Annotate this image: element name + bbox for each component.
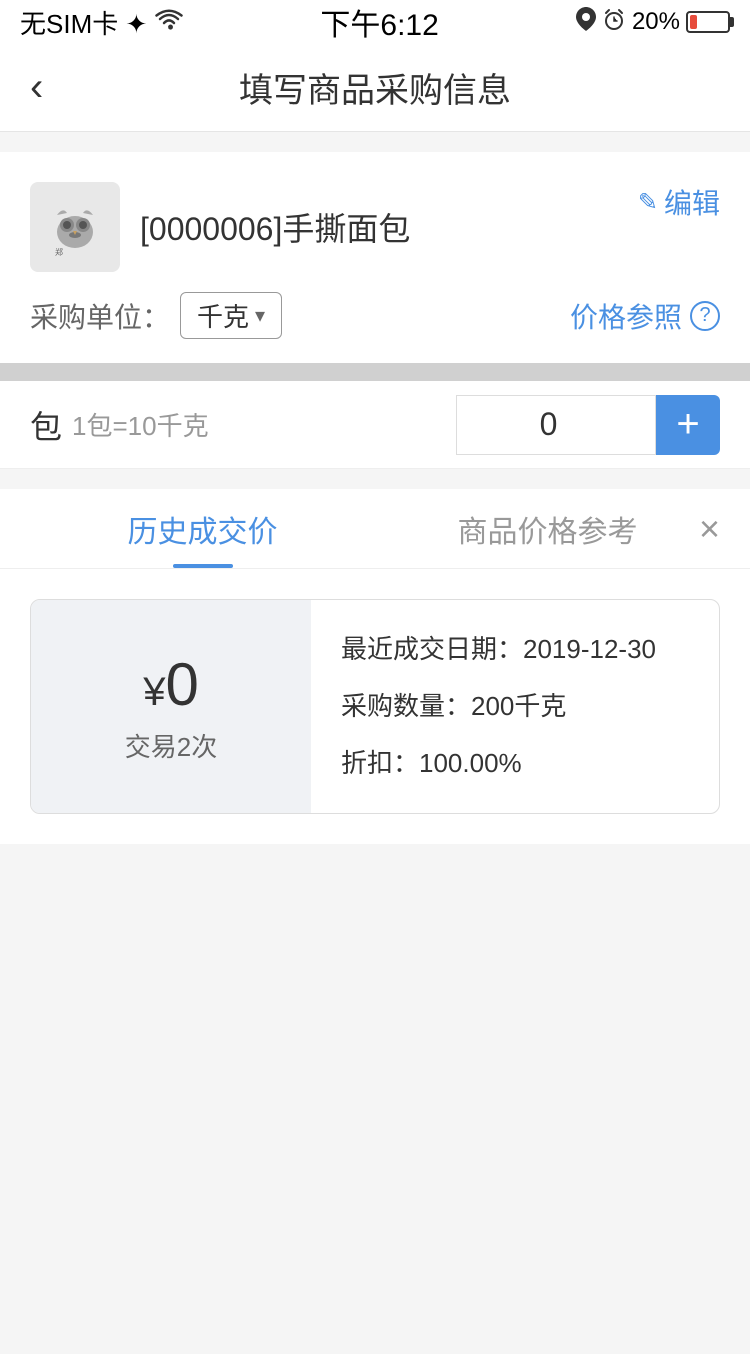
discount-row: 折扣：100.00%: [341, 744, 689, 783]
tab-history-price[interactable]: 历史成交价: [30, 489, 375, 568]
quantity-label: 包 1包=10千克: [30, 402, 209, 448]
main-content: 郑 [0000006]手撕面包 ✎ 编辑 采购单位： 千克 ▾ 价格参照 ?: [0, 152, 750, 1354]
price-left-panel: ¥0 交易2次: [31, 600, 311, 813]
recent-date-value: 2019-12-30: [523, 634, 656, 664]
help-icon: ?: [690, 301, 720, 331]
edit-label: 编辑: [664, 182, 720, 222]
price-ref-label: 价格参照: [570, 296, 682, 336]
wifi-icon: [155, 7, 183, 38]
carrier-text: 无SIM卡 ✦: [20, 4, 147, 41]
location-icon: [576, 7, 596, 38]
product-name: [0000006]手撕面包: [140, 204, 410, 250]
edit-button[interactable]: ✎ 编辑: [638, 182, 720, 222]
edit-icon: ✎: [638, 188, 658, 217]
price-right-panel: 最近成交日期：2019-12-30 采购数量：200千克 折扣：100.00%: [311, 600, 719, 813]
alarm-icon: [602, 7, 626, 38]
product-card: 郑 [0000006]手撕面包 ✎ 编辑 采购单位： 千克 ▾ 价格参照 ?: [0, 152, 750, 363]
price-value: 0: [165, 651, 198, 718]
back-button[interactable]: ‹: [30, 65, 43, 110]
tabs-section: 历史成交价 商品价格参考 × ¥0 交易2次 最近成交日期：2019-12-30: [0, 489, 750, 844]
tab-content: ¥0 交易2次 最近成交日期：2019-12-30 采购数量：200千克 折扣：…: [0, 569, 750, 844]
product-left: 郑 [0000006]手撕面包: [30, 182, 410, 272]
tab-history-price-label: 历史成交价: [128, 507, 278, 551]
purchase-qty-label: 采购数量：: [341, 691, 471, 721]
unit-selector[interactable]: 千克 ▾: [180, 292, 282, 339]
quantity-row: 包 1包=10千克 +: [0, 381, 750, 469]
price-reference-button[interactable]: 价格参照 ?: [570, 296, 720, 336]
battery-fill: [690, 15, 697, 29]
quantity-plus-button[interactable]: +: [656, 395, 720, 455]
battery-percentage: 20%: [632, 8, 680, 36]
currency-symbol: ¥: [143, 670, 165, 714]
discount-label: 折扣：: [341, 748, 419, 778]
svg-text:郑: 郑: [55, 247, 63, 257]
unit-value: 千克: [197, 297, 249, 334]
status-bar: 无SIM卡 ✦ 下午6:12 20%: [0, 0, 750, 44]
quantity-conversion: 1包=10千克: [72, 406, 209, 443]
purchase-qty-value: 200千克: [471, 691, 566, 721]
purchase-unit-label: 采购单位：: [30, 296, 170, 336]
status-time: 下午6:12: [320, 0, 438, 44]
trade-count: 交易2次: [125, 727, 217, 764]
purchase-unit-row: 采购单位： 千克 ▾: [30, 292, 282, 339]
price-card: ¥0 交易2次 最近成交日期：2019-12-30 采购数量：200千克 折扣：…: [30, 599, 720, 814]
navigation-bar: ‹ 填写商品采购信息: [0, 44, 750, 132]
tab-close-button[interactable]: ×: [699, 508, 720, 550]
status-left: 无SIM卡 ✦: [20, 4, 183, 41]
status-right: 20%: [576, 7, 730, 38]
quantity-unit: 包: [30, 402, 62, 448]
tab-product-price-ref-label: 商品价格参考: [458, 507, 638, 551]
recent-date-row: 最近成交日期：2019-12-30: [341, 630, 689, 669]
tabs-header: 历史成交价 商品价格参考 ×: [0, 489, 750, 569]
battery-icon: [686, 11, 730, 33]
price-display: ¥0: [143, 650, 199, 719]
recent-date-label: 最近成交日期：: [341, 634, 523, 664]
quantity-control: +: [456, 395, 720, 455]
purchase-qty-row: 采购数量：200千克: [341, 687, 689, 726]
quantity-input[interactable]: [456, 395, 656, 455]
page-title: 填写商品采购信息: [239, 63, 511, 112]
dropdown-arrow-icon: ▾: [255, 303, 265, 328]
product-footer: 采购单位： 千克 ▾ 价格参照 ?: [30, 292, 720, 339]
tab-product-price-ref[interactable]: 商品价格参考: [375, 489, 720, 568]
product-header: 郑 [0000006]手撕面包 ✎ 编辑: [30, 182, 720, 272]
product-thumbnail: 郑: [30, 182, 120, 272]
section-divider: [0, 363, 750, 381]
discount-value: 100.00%: [419, 748, 522, 778]
